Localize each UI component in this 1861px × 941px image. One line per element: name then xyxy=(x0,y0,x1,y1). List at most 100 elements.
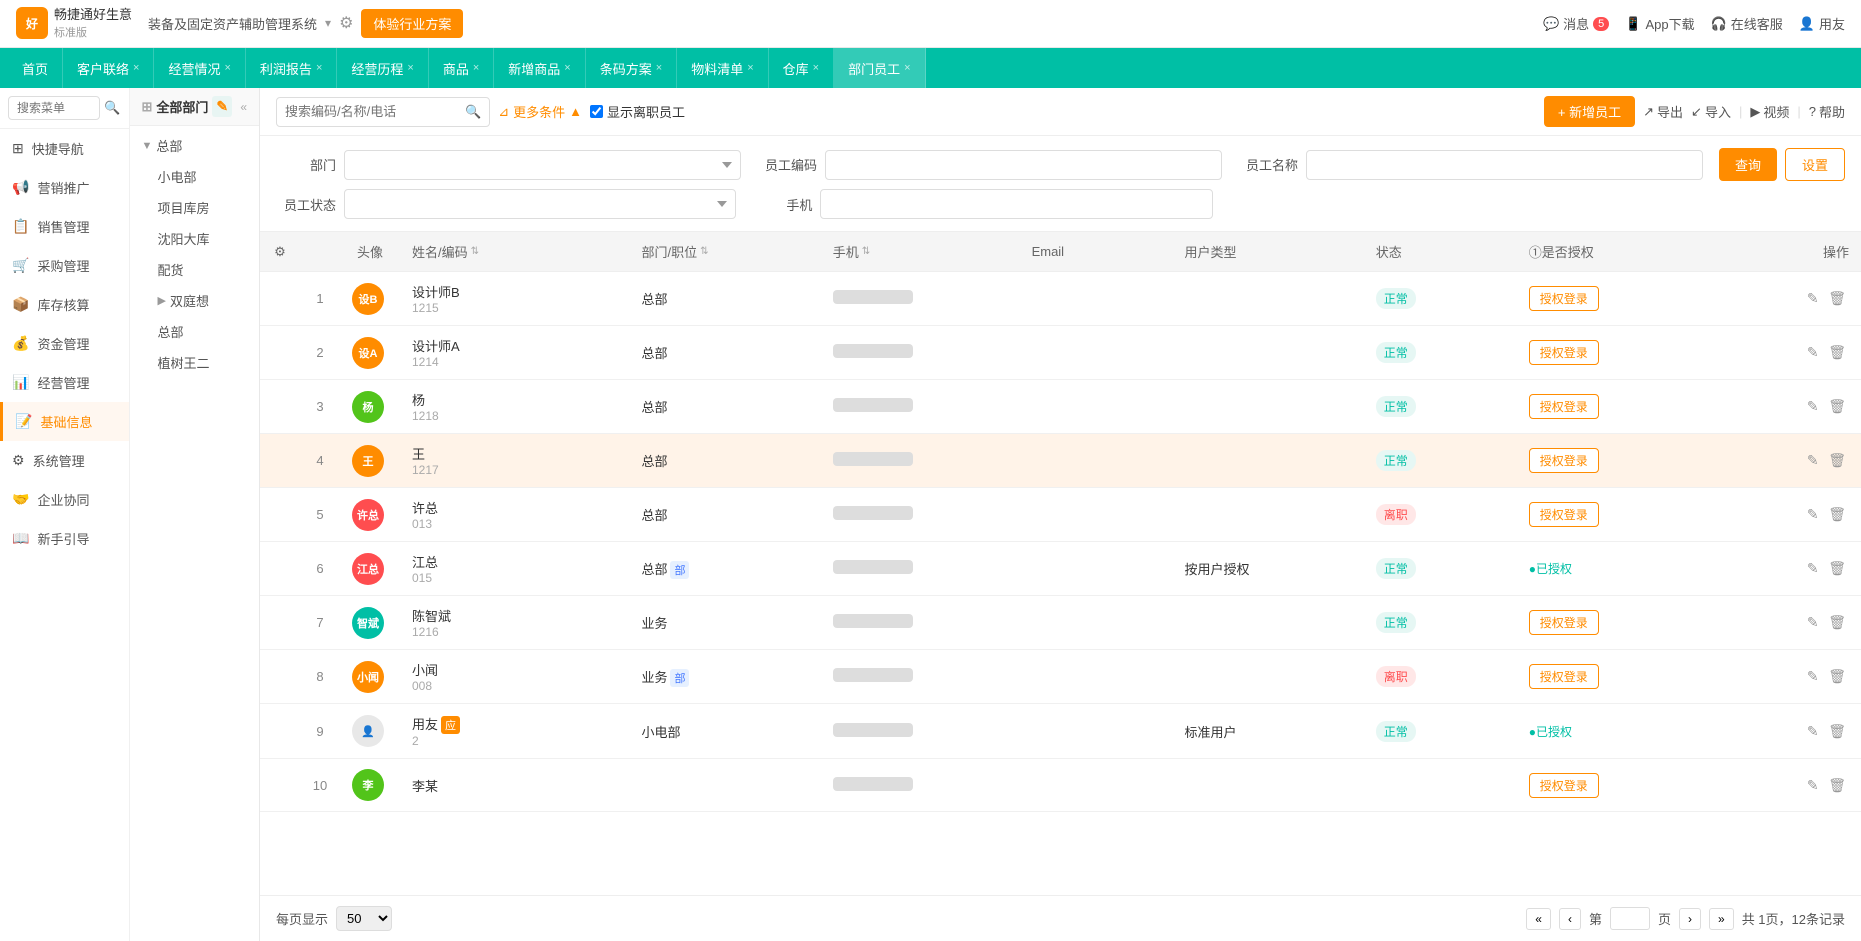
sidebar-item-stock[interactable]: 📦 库存核算 xyxy=(0,285,129,324)
delete-icon[interactable]: 🗑 xyxy=(1828,452,1846,468)
more-filter-button[interactable]: ⊿ 更多条件 ▲ xyxy=(498,102,582,121)
dept-node-small-elec[interactable]: 小电部 xyxy=(130,161,260,192)
emp-code-input[interactable] xyxy=(825,150,1222,180)
last-page-button[interactable]: » xyxy=(1709,908,1734,930)
collapse-button[interactable]: « xyxy=(240,100,247,114)
sort-dept[interactable]: 部门/职位 ⇅ xyxy=(641,242,708,261)
edit-icon[interactable]: ✎ xyxy=(1807,614,1819,630)
delete-icon[interactable]: 🗑 xyxy=(1828,560,1846,576)
prev-page-button[interactable]: ‹ xyxy=(1559,908,1581,930)
search-input[interactable] xyxy=(8,96,100,120)
dept-select[interactable] xyxy=(344,150,741,180)
edit-icon[interactable]: ✎ xyxy=(1807,290,1819,306)
tab-bom-close[interactable]: × xyxy=(747,62,753,74)
delete-icon[interactable]: 🗑 xyxy=(1828,723,1846,739)
employee-search-input[interactable] xyxy=(285,104,465,119)
sidebar-item-finance[interactable]: 💰 资金管理 xyxy=(0,324,129,363)
sidebar-item-sales[interactable]: 📋 销售管理 xyxy=(0,207,129,246)
tab-profit[interactable]: 利润报告× xyxy=(246,48,337,88)
tab-barcode-close[interactable]: × xyxy=(656,62,662,74)
tab-customer[interactable]: 客户联络× xyxy=(63,48,154,88)
show-former-checkbox[interactable]: 显示离职员工 xyxy=(590,102,685,121)
app-download-button[interactable]: 📱 App下载 xyxy=(1625,14,1694,33)
dept-node-plant-king[interactable]: 植树王二 xyxy=(130,347,260,378)
emp-status-select[interactable] xyxy=(344,189,736,219)
per-page-select[interactable]: 50 100 xyxy=(336,906,392,931)
tab-dept-employee[interactable]: 部门员工× xyxy=(834,48,925,88)
sidebar-item-operation[interactable]: 📊 经营管理 xyxy=(0,363,129,402)
delete-icon[interactable]: 🗑 xyxy=(1828,668,1846,684)
phone-input[interactable] xyxy=(820,189,1212,219)
import-button[interactable]: ↙ 导入 xyxy=(1691,102,1731,121)
edit-icon[interactable]: ✎ xyxy=(1807,723,1819,739)
sidebar-item-purchase[interactable]: 🛒 采购管理 xyxy=(0,246,129,285)
delete-icon[interactable]: 🗑 xyxy=(1828,506,1846,522)
delete-icon[interactable]: 🗑 xyxy=(1828,344,1846,360)
authorize-login-button[interactable]: 授权登录 xyxy=(1529,286,1599,311)
sidebar-item-basic[interactable]: 📝 基础信息 xyxy=(0,402,129,441)
authorize-login-button[interactable]: 授权登录 xyxy=(1529,773,1599,798)
message-button[interactable]: 💬 消息 5 xyxy=(1543,14,1609,33)
next-page-button[interactable]: › xyxy=(1679,908,1701,930)
dept-node-project-room[interactable]: 项目库房 xyxy=(130,192,260,223)
edit-icon[interactable]: ✎ xyxy=(1807,398,1819,414)
help-button[interactable]: ? 帮助 xyxy=(1809,102,1845,121)
tab-home[interactable]: 首页 xyxy=(8,48,63,88)
dept-node-hq-main[interactable]: 总部 xyxy=(130,316,260,347)
tab-goods-close[interactable]: × xyxy=(473,62,479,74)
authorize-login-button[interactable]: 授权登录 xyxy=(1529,394,1599,419)
tab-customer-close[interactable]: × xyxy=(133,62,139,74)
dept-node-distribution[interactable]: 配货 xyxy=(130,254,260,285)
authorize-login-button[interactable]: 授权登录 xyxy=(1529,340,1599,365)
th-phone[interactable]: 手机 ⇅ xyxy=(821,232,1020,272)
set-button[interactable]: 设置 xyxy=(1785,148,1845,181)
tab-operation-close[interactable]: × xyxy=(224,62,230,74)
tab-bom[interactable]: 物料清单× xyxy=(677,48,768,88)
sidebar-item-system[interactable]: ⚙ 系统管理 xyxy=(0,441,129,480)
delete-icon[interactable]: 🗑 xyxy=(1828,777,1846,793)
dept-node-headquarters[interactable]: ▼ 总部 xyxy=(130,130,260,161)
show-former-input[interactable] xyxy=(590,105,603,118)
trial-button[interactable]: 体验行业方案 xyxy=(361,9,463,38)
tab-operation[interactable]: 经营情况× xyxy=(154,48,245,88)
tab-goods[interactable]: 商品× xyxy=(429,48,494,88)
tab-add-goods[interactable]: 新增商品× xyxy=(494,48,585,88)
sidebar-item-collab[interactable]: 🤝 企业协同 xyxy=(0,480,129,519)
edit-icon[interactable]: ✎ xyxy=(1807,344,1819,360)
online-service-button[interactable]: 🎧 在线客服 xyxy=(1711,14,1783,33)
tab-history-close[interactable]: × xyxy=(407,62,413,74)
user-menu[interactable]: 👤 用友 xyxy=(1799,14,1845,33)
authorize-login-button[interactable]: 授权登录 xyxy=(1529,610,1599,635)
dept-node-dual-dream[interactable]: ▶ 双庭想 xyxy=(130,285,260,316)
edit-icon[interactable]: ✎ xyxy=(1807,668,1819,684)
th-dept[interactable]: 部门/职位 ⇅ xyxy=(629,232,820,272)
th-name[interactable]: 姓名/编码 ⇅ xyxy=(400,232,629,272)
tab-dept-employee-close[interactable]: × xyxy=(904,62,910,74)
tab-warehouse-close[interactable]: × xyxy=(813,62,819,74)
edit-icon[interactable]: ✎ xyxy=(1807,452,1819,468)
first-page-button[interactable]: « xyxy=(1526,908,1551,930)
sidebar-item-marketing[interactable]: 📢 营销推广 xyxy=(0,168,129,207)
tab-profit-close[interactable]: × xyxy=(316,62,322,74)
add-employee-button[interactable]: + 新增员工 xyxy=(1544,96,1635,127)
tab-history[interactable]: 经营历程× xyxy=(337,48,428,88)
page-number-input[interactable]: 1 xyxy=(1610,907,1650,930)
query-button[interactable]: 查询 xyxy=(1719,148,1777,181)
th-settings[interactable]: ⚙ xyxy=(260,232,300,272)
tab-barcode[interactable]: 条码方案× xyxy=(586,48,677,88)
sidebar-item-quick-nav[interactable]: ⊞ 快捷导航 xyxy=(0,129,129,168)
video-button[interactable]: ▶ 视频 xyxy=(1750,102,1789,121)
edit-icon[interactable]: ✎ xyxy=(1807,560,1819,576)
settings-gear-icon[interactable]: ⚙ xyxy=(339,13,353,33)
dept-node-shenyang[interactable]: 沈阳大库 xyxy=(130,223,260,254)
edit-icon[interactable]: ✎ xyxy=(1807,777,1819,793)
delete-icon[interactable]: 🗑 xyxy=(1828,290,1846,306)
sort-phone[interactable]: 手机 ⇅ xyxy=(833,242,870,261)
tab-warehouse[interactable]: 仓库× xyxy=(769,48,834,88)
export-button[interactable]: ↗ 导出 xyxy=(1643,102,1683,121)
dept-edit-icon[interactable]: ✎ xyxy=(212,96,232,117)
authorize-login-button[interactable]: 授权登录 xyxy=(1529,664,1599,689)
emp-name-input[interactable] xyxy=(1306,150,1703,180)
delete-icon[interactable]: 🗑 xyxy=(1828,398,1846,414)
delete-icon[interactable]: 🗑 xyxy=(1828,614,1846,630)
